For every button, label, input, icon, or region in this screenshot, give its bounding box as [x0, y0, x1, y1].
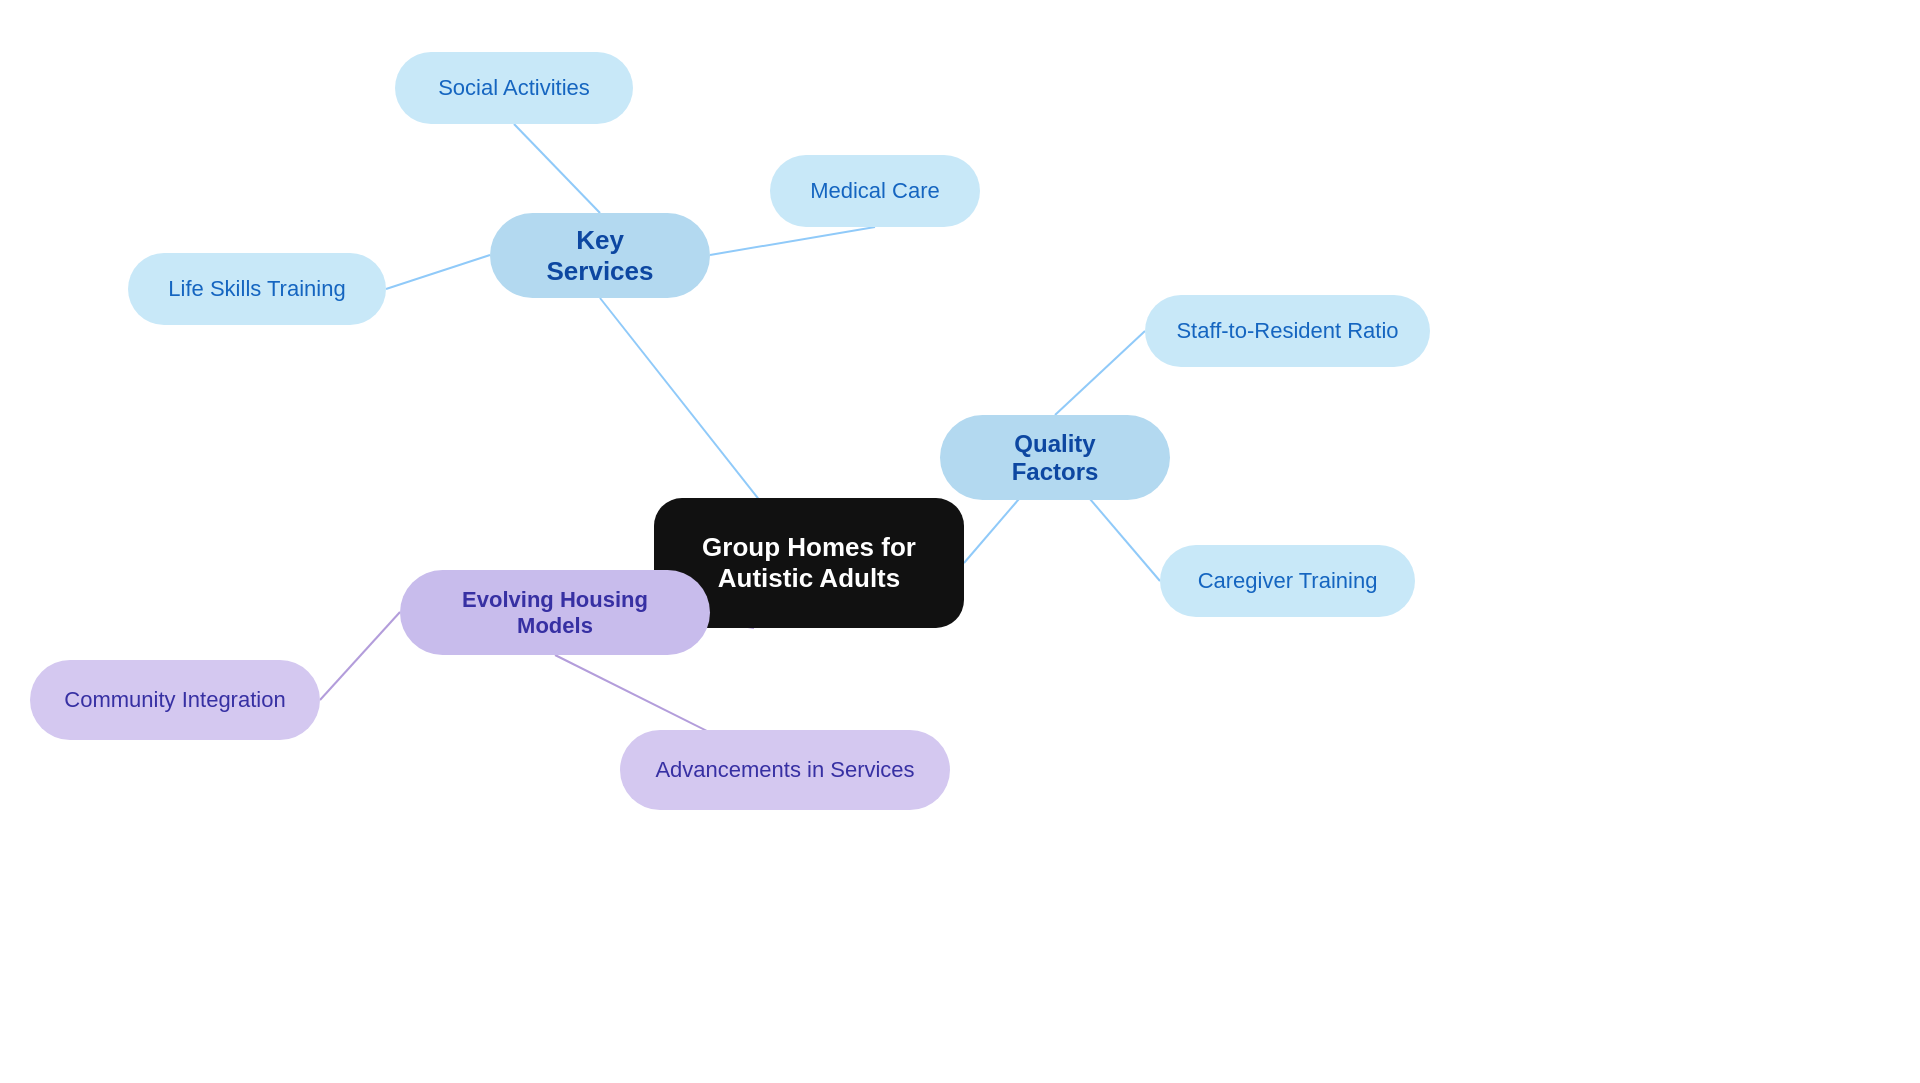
svg-line-3	[710, 227, 875, 255]
community-integration-node: Community Integration	[30, 660, 320, 740]
advancements-label: Advancements in Services	[655, 757, 914, 783]
svg-line-8	[320, 612, 400, 700]
staff-ratio-label: Staff-to-Resident Ratio	[1176, 318, 1398, 344]
social-activities-label: Social Activities	[438, 75, 590, 101]
svg-line-5	[1055, 331, 1145, 415]
life-skills-training-node: Life Skills Training	[128, 253, 386, 325]
social-activities-node: Social Activities	[395, 52, 633, 124]
key-services-label: Key Services	[520, 225, 680, 287]
medical-care-label: Medical Care	[810, 178, 940, 204]
quality-factors-node: Quality Factors	[940, 415, 1170, 500]
svg-line-2	[386, 255, 490, 289]
community-integration-label: Community Integration	[64, 687, 285, 713]
center-node-label: Group Homes for Autistic Adults	[684, 532, 934, 594]
quality-factors-label: Quality Factors	[970, 430, 1140, 486]
caregiver-training-label: Caregiver Training	[1198, 568, 1378, 594]
advancements-node: Advancements in Services	[620, 730, 950, 810]
life-skills-training-label: Life Skills Training	[168, 276, 345, 302]
staff-ratio-node: Staff-to-Resident Ratio	[1145, 295, 1430, 367]
evolving-housing-label: Evolving Housing Models	[430, 587, 680, 639]
medical-care-node: Medical Care	[770, 155, 980, 227]
key-services-node: Key Services	[490, 213, 710, 298]
caregiver-training-node: Caregiver Training	[1160, 545, 1415, 617]
evolving-housing-node: Evolving Housing Models	[400, 570, 710, 655]
svg-line-1	[514, 124, 600, 213]
